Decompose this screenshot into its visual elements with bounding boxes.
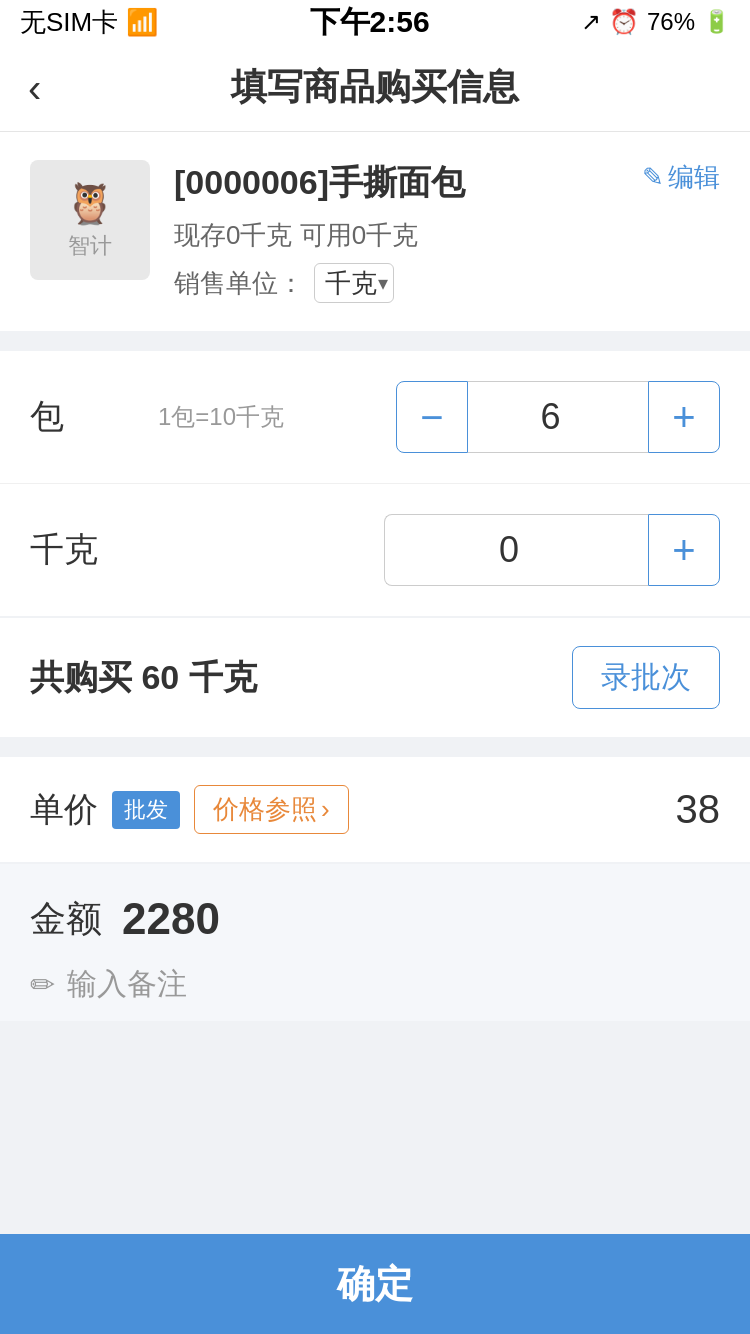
price-value: 38: [676, 787, 721, 832]
price-ref-label: 价格参照: [213, 792, 317, 827]
edit-icon: ✎: [642, 162, 664, 193]
owl-icon: 🦉: [65, 180, 115, 227]
page: 无SIM卡 📶 下午2:56 ↗ ⏰ 76% 🔋 ‹ 填写商品购买信息 🦉 智计…: [0, 0, 750, 1334]
price-label: 单价: [30, 787, 98, 833]
nav-bar: ‹ 填写商品购买信息: [0, 44, 750, 132]
back-button[interactable]: ‹: [28, 68, 41, 108]
unit-label: 销售单位：: [174, 266, 304, 301]
summary-text: 共购买 60 千克: [30, 655, 257, 701]
status-right: ↗ ⏰ 76% 🔋: [581, 8, 730, 36]
kg-controls: +: [384, 514, 720, 586]
summary-unit: 千克: [189, 658, 257, 696]
kg-input[interactable]: [384, 514, 648, 586]
amount-section: 金额 2280 ✏ 输入备注: [0, 864, 750, 1021]
bao-controls: − +: [396, 381, 720, 453]
product-info: [0000006]手撕面包 ✎ 编辑 现存0千克 可用0千克 销售单位： 千克: [174, 160, 720, 303]
wifi-icon: 📶: [126, 7, 158, 38]
batch-button[interactable]: 录批次: [572, 646, 720, 709]
status-bar: 无SIM卡 📶 下午2:56 ↗ ⏰ 76% 🔋: [0, 0, 750, 44]
summary-prefix: 共购买: [30, 658, 132, 696]
product-card: 🦉 智计 [0000006]手撕面包 ✎ 编辑 现存0千克 可用0千克 销售单位…: [0, 132, 750, 331]
bao-plus-button[interactable]: +: [648, 381, 720, 453]
battery-icon: 🔋: [703, 9, 730, 35]
amount-row: 金额 2280: [30, 894, 720, 944]
note-row[interactable]: ✏ 输入备注: [30, 964, 720, 1005]
bao-input[interactable]: [468, 381, 648, 453]
unit-select-wrap[interactable]: 千克: [314, 263, 394, 303]
product-header: [0000006]手撕面包 ✎ 编辑: [174, 160, 720, 206]
edit-button[interactable]: ✎ 编辑: [642, 160, 720, 195]
note-icon: ✏: [30, 967, 55, 1002]
alarm-icon: ⏰: [609, 8, 639, 36]
amount-value: 2280: [122, 894, 220, 944]
battery-text: 76%: [647, 8, 695, 36]
unit-select[interactable]: 千克: [314, 263, 394, 303]
summary-section: 共购买 60 千克 录批次: [0, 618, 750, 737]
note-placeholder: 输入备注: [67, 964, 187, 1005]
location-icon: ↗: [581, 8, 601, 36]
nav-title: 填写商品购买信息: [231, 63, 519, 112]
summary-amount: 60: [141, 658, 179, 696]
bao-minus-button[interactable]: −: [396, 381, 468, 453]
kg-plus-button[interactable]: +: [648, 514, 720, 586]
kg-label: 千克: [30, 527, 150, 573]
amount-label: 金额: [30, 895, 102, 944]
price-section: 单价 批发 价格参照 › 38: [0, 757, 750, 864]
product-unit: 销售单位： 千克: [174, 263, 720, 303]
status-left: 无SIM卡 📶: [20, 5, 158, 40]
thumb-label: 智计: [68, 231, 112, 261]
confirm-button[interactable]: 确定: [0, 1234, 750, 1334]
product-thumbnail: 🦉 智计: [30, 160, 150, 280]
price-left: 单价 批发 价格参照 ›: [30, 785, 349, 834]
edit-label: 编辑: [668, 160, 720, 195]
kg-input-row: 千克 +: [0, 484, 750, 616]
bao-label: 包: [30, 394, 150, 440]
bao-hint: 1包=10千克: [158, 401, 396, 433]
product-name: [0000006]手撕面包: [174, 160, 642, 206]
carrier-text: 无SIM卡: [20, 5, 118, 40]
price-ref-button[interactable]: 价格参照 ›: [194, 785, 349, 834]
time-display: 下午2:56: [310, 2, 430, 43]
bao-input-row: 包 1包=10千克 − +: [0, 351, 750, 484]
product-stock: 现存0千克 可用0千克: [174, 218, 720, 253]
price-row: 单价 批发 价格参照 › 38: [30, 785, 720, 834]
price-tag: 批发: [112, 791, 180, 829]
price-ref-icon: ›: [321, 794, 330, 825]
input-section: 包 1包=10千克 − + 千克 +: [0, 351, 750, 616]
